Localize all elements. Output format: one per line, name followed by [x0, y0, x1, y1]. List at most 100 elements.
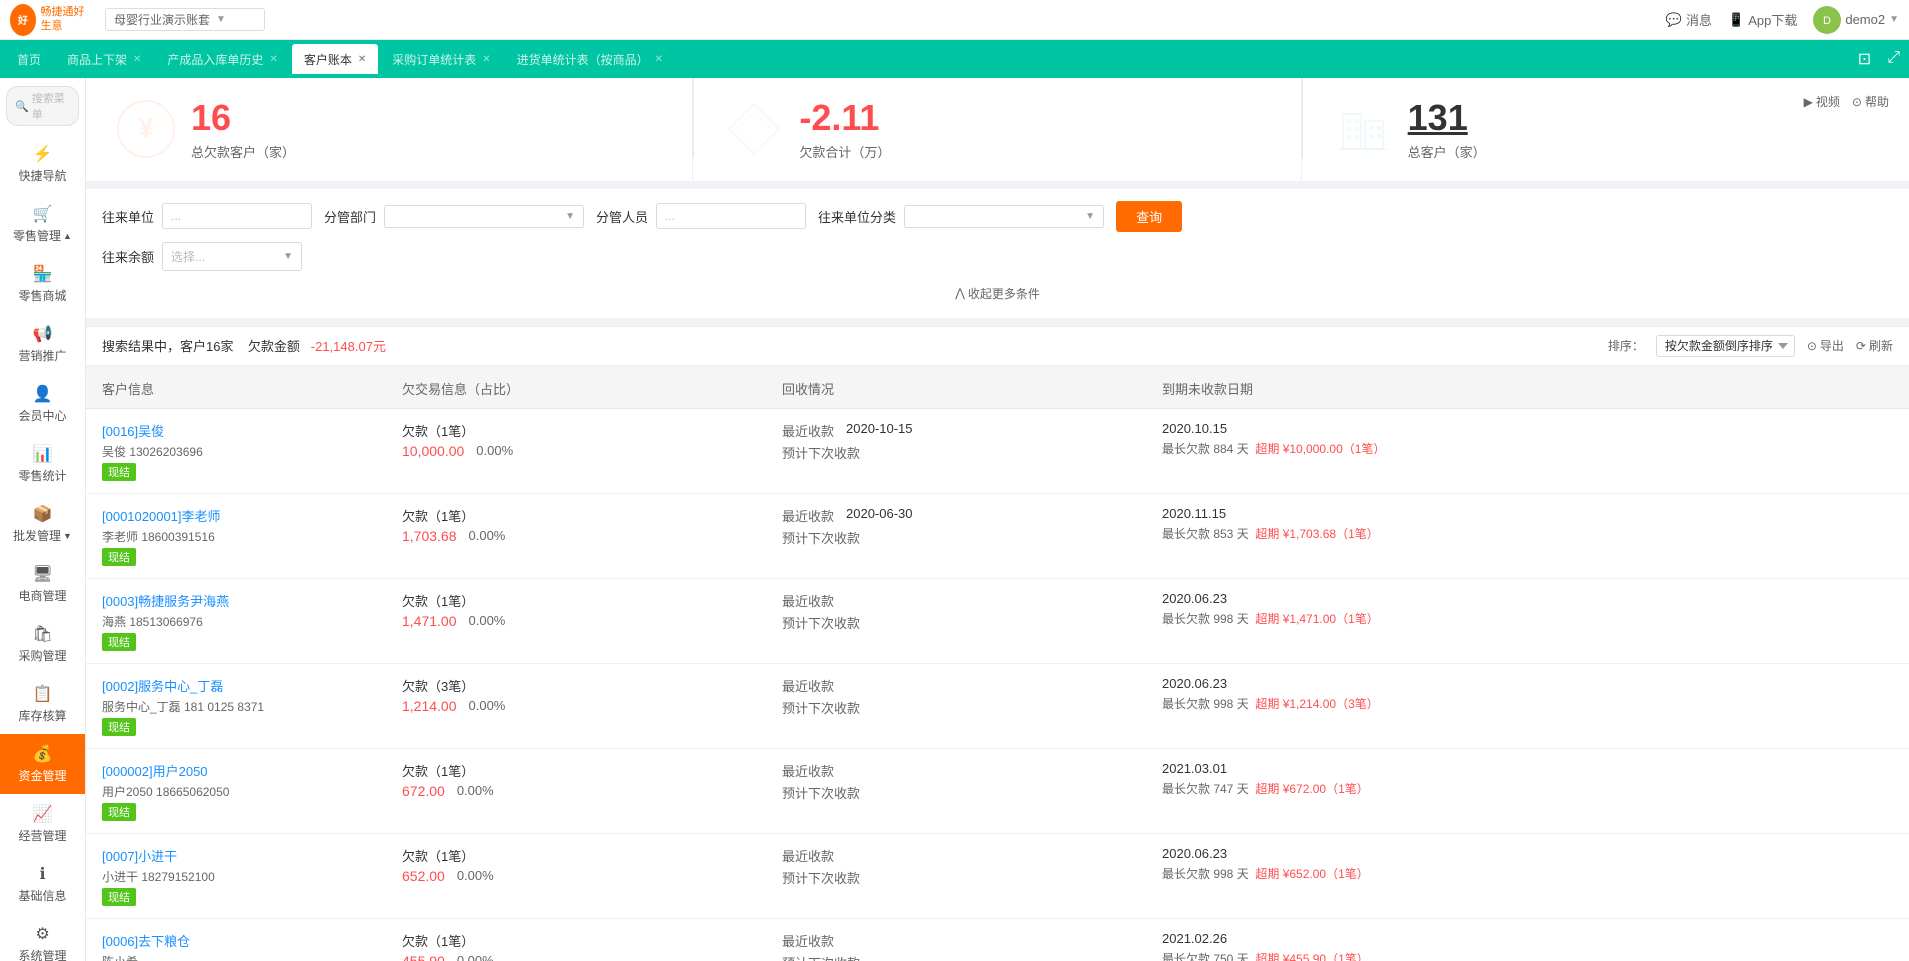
store-select[interactable]: 母婴行业演示账套 ▼ [105, 8, 265, 31]
stat-icon-building [1333, 99, 1393, 159]
debt-amount-label: 欠款合计（万） [799, 142, 890, 161]
app-download-btn[interactable]: 📱 App下载 [1728, 10, 1797, 29]
filter-input-unit-class[interactable]: ▼ [904, 205, 1104, 228]
debt-amount-number: -2.11 [799, 98, 890, 138]
stat-card-debt-customers: ¥ 16 总欠款客户（家） [86, 78, 693, 181]
collapse-button[interactable]: ⋀ 收起更多条件 [955, 285, 1040, 302]
stats-row: ¥ 16 总欠款客户（家） [86, 78, 1909, 181]
due-info: 2020.10.15 最长欠款 884 天 超期 ¥10,000.00（1笔） [1162, 421, 1893, 457]
customer-name-link[interactable]: [0002]服务中心_丁磊 [102, 676, 402, 695]
tab-close-icon[interactable]: ✕ [655, 54, 663, 65]
recovery-row: 最近收款 2020-10-15 [782, 421, 1162, 440]
content-area: ¥ 16 总欠款客户（家） [86, 78, 1909, 961]
tab-purchase-stats[interactable]: 采购订单统计表 ✕ [380, 44, 502, 74]
avatar: D [1813, 6, 1841, 34]
customer-name-link[interactable]: [0016]吴俊 [102, 421, 402, 440]
video-icon: ▶ [1804, 95, 1813, 109]
sidebar-item-ecommerce[interactable]: 🖥 电商管理 [0, 554, 85, 614]
tab-purchase-by-product[interactable]: 进货单统计表（按商品） ✕ [505, 44, 675, 74]
overdue-link[interactable]: 超期 ¥1,703.68（1笔） [1255, 527, 1378, 541]
sidebar-item-retail-mgmt[interactable]: 🛒 零售管理 ▲ [0, 194, 85, 254]
sidebar-item-basic-info[interactable]: ℹ 基础信息 [0, 854, 85, 914]
debt-count: 欠款（1笔） [402, 761, 782, 780]
quick-nav-icon: ⚡ [33, 144, 53, 164]
customer-contact: 海燕 18513066976 [102, 613, 402, 630]
due-info: 2021.03.01 最长欠款 747 天 超期 ¥672.00（1笔） [1162, 761, 1893, 797]
tab-home[interactable]: 首页 [5, 44, 53, 74]
results-text: 搜索结果中，客户16家 欠款金额 -21,148.07元 [102, 336, 386, 355]
overdue-link[interactable]: 超期 ¥652.00（1笔） [1255, 867, 1368, 881]
overdue-link[interactable]: 超期 ¥1,214.00（3笔） [1255, 697, 1378, 711]
sidebar-item-retail-stats[interactable]: 📊 零售统计 [0, 434, 85, 494]
debt-percent: 0.00% [469, 613, 506, 628]
search-button[interactable]: 查询 [1116, 201, 1182, 232]
sidebar-item-wholesale[interactable]: 📦 批发管理 ▼ [0, 494, 85, 554]
customer-name-link[interactable]: [0001020001]李老师 [102, 506, 402, 525]
next-payment-row: 预计下次收款 [782, 613, 1162, 632]
sidebar-item-retail-mall[interactable]: 🏪 零售商城 [0, 254, 85, 314]
table-row: [0002]服务中心_丁磊 服务中心_丁磊 181 0125 8371 现结 欠… [86, 664, 1909, 749]
tab-production-history[interactable]: 产成品入库单历史 ✕ [155, 44, 289, 74]
tab-close-icon[interactable]: ✕ [269, 54, 277, 65]
stat-info-1: 16 总欠款客户（家） [191, 98, 295, 161]
sidebar-item-system[interactable]: ⚙ 系统管理 [0, 914, 85, 961]
customer-name-link[interactable]: [0003]畅捷服务尹海燕 [102, 591, 402, 610]
overdue-link[interactable]: 超期 ¥455.90（1笔） [1255, 952, 1368, 961]
tab-bar: 首页 商品上下架 ✕ 产成品入库单历史 ✕ 客户账本 ✕ 采购订单统计表 ✕ 进… [0, 40, 1909, 78]
overdue-link[interactable]: 超期 ¥1,471.00（1笔） [1255, 612, 1378, 626]
tab-product-listing[interactable]: 商品上下架 ✕ [55, 44, 153, 74]
next-payment-row: 预计下次收款 [782, 698, 1162, 717]
due-date: 2020.06.23 [1162, 846, 1893, 861]
tab-customer-account[interactable]: 客户账本 ✕ [292, 44, 378, 74]
maximize-btn[interactable]: ⤢ [1883, 47, 1904, 71]
customer-contact: 李老师 18600391516 [102, 528, 402, 545]
recovery-row: 最近收款 [782, 931, 1162, 950]
customer-name-link[interactable]: [0006]去下粮仓 [102, 931, 402, 950]
filter-input-unit[interactable]: ... [162, 203, 312, 229]
col-header-debt: 欠交易信息（占比） [402, 379, 782, 398]
video-btn[interactable]: ▶ 视频 [1804, 93, 1840, 110]
user-menu[interactable]: D demo2 ▼ [1813, 6, 1899, 34]
sidebar-item-inventory[interactable]: 📋 库存核算 [0, 674, 85, 734]
customer-name-link[interactable]: [000002]用户2050 [102, 761, 402, 780]
overdue-link[interactable]: 超期 ¥10,000.00（1笔） [1255, 442, 1385, 456]
top-bar: 好 畅捷通好生意 母婴行业演示账套 ▼ 💬 消息 📱 App下载 D [0, 0, 1909, 40]
sidebar-item-operations[interactable]: 📈 经营管理 [0, 794, 85, 854]
filter-area: 往来单位 ... 分管部门 ▼ [86, 189, 1909, 318]
message-btn[interactable]: 💬 消息 [1666, 10, 1712, 29]
debt-percent: 0.00% [469, 528, 506, 543]
debt-info: 欠款（1笔） 672.00 0.00% [402, 761, 782, 799]
filter-item-unit: 往来单位 ... [102, 203, 312, 229]
due-date: 2020.10.15 [1162, 421, 1893, 436]
export-button[interactable]: ⊙ 导出 [1807, 337, 1844, 354]
debt-percent: 0.00% [476, 443, 513, 458]
customer-contact: 服务中心_丁磊 181 0125 8371 [102, 698, 402, 715]
help-btn[interactable]: ⊙ 帮助 [1852, 93, 1889, 110]
sidebar-item-quick-nav[interactable]: ⚡ 快捷导航 [0, 134, 85, 194]
overdue-link[interactable]: 超期 ¥672.00（1笔） [1255, 782, 1368, 796]
logo-area: 好 畅捷通好生意 [10, 4, 95, 36]
customer-tag: 现结 [102, 888, 136, 906]
sidebar-item-member[interactable]: 👤 会员中心 [0, 374, 85, 434]
sort-select[interactable]: 按欠款金额倒序排序 [1656, 335, 1795, 357]
filter-label-person: 分管人员 [596, 207, 648, 226]
total-customers-number: 131 [1408, 98, 1486, 138]
sidebar-item-marketing[interactable]: 📢 营销推广 [0, 314, 85, 374]
stats-icon: 📊 [33, 444, 53, 464]
search-input[interactable]: 🔍 搜索菜单 [6, 86, 79, 126]
tab-close-icon[interactable]: ✕ [358, 54, 366, 65]
sidebar-item-purchase[interactable]: 🛍 采购管理 [0, 614, 85, 674]
filter-input-person[interactable]: ... [656, 203, 806, 229]
refresh-button[interactable]: ⟳ 刷新 [1856, 337, 1893, 354]
sidebar-item-finance[interactable]: 💰 资金管理 [0, 734, 85, 794]
tab-close-icon[interactable]: ✕ [482, 54, 490, 65]
filter-input-dept[interactable]: ▼ [384, 205, 584, 228]
chevron-down-icon: ▼ [565, 211, 575, 222]
minimize-btn[interactable]: ⊡ [1854, 47, 1875, 71]
recovery-info: 最近收款 2020-10-15 预计下次收款 [782, 421, 1162, 465]
customer-tag: 现结 [102, 548, 136, 566]
filter-input-balance[interactable]: 选择... ▼ [162, 242, 302, 271]
customer-name-link[interactable]: [0007]小进干 [102, 846, 402, 865]
tab-close-icon[interactable]: ✕ [133, 54, 141, 65]
sidebar: 🔍 搜索菜单 ⚡ 快捷导航 🛒 零售管理 ▲ 🏪 零售商城 📢 [0, 78, 86, 961]
